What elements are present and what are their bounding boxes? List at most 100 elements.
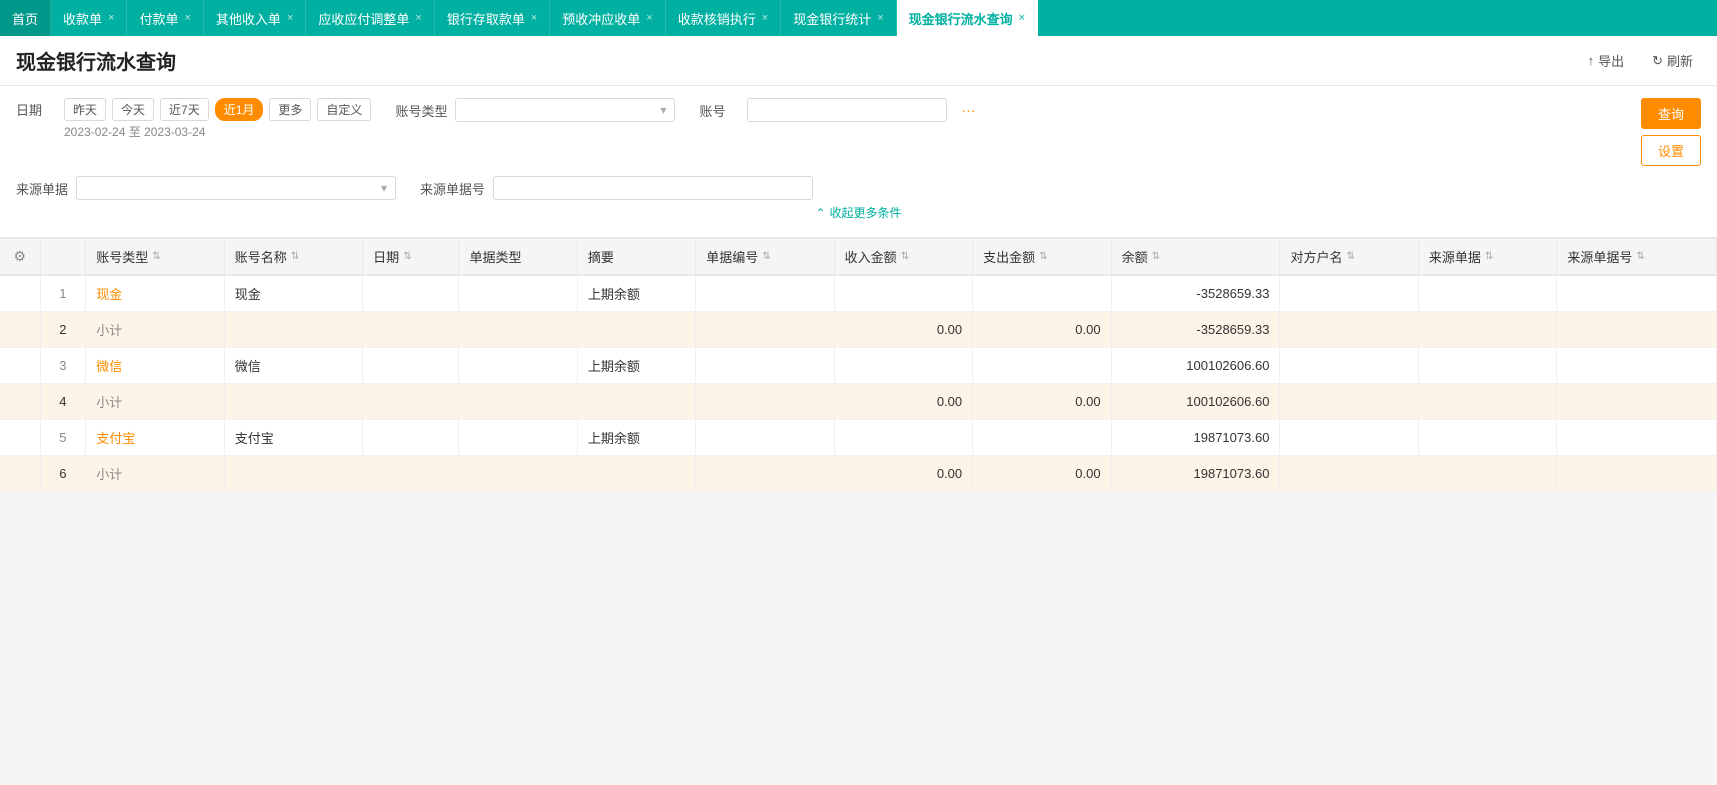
row-date: [363, 275, 459, 312]
account-filter: 账号 ···: [699, 98, 981, 122]
source-doc-num-input[interactable]: [493, 176, 813, 200]
row-account_name: 微信: [224, 348, 362, 384]
nav-tab-应收应付调整单[interactable]: 应收应付调整单×: [306, 0, 434, 36]
close-tab-icon[interactable]: ×: [1019, 12, 1025, 24]
row-summary: [577, 312, 695, 348]
close-tab-icon[interactable]: ×: [415, 12, 421, 24]
row-doc_type: [459, 312, 577, 348]
row-date: [363, 384, 459, 420]
th-counterpart[interactable]: 对方户名⇅: [1280, 239, 1418, 276]
row-account_type: 支付宝: [86, 420, 224, 456]
th-label-doc_type: 单据类型: [469, 247, 521, 266]
th-label-source_doc_num: 来源单据号: [1567, 247, 1632, 266]
th-doc_number[interactable]: 单据编号⇅: [696, 239, 834, 276]
account-more-button[interactable]: ···: [955, 100, 981, 120]
date-btn-昨天[interactable]: 昨天: [64, 98, 106, 121]
nav-home[interactable]: 首页: [0, 0, 51, 36]
close-tab-icon[interactable]: ×: [531, 12, 537, 24]
th-index: [40, 239, 86, 276]
row-gear-cell: [0, 348, 40, 384]
th-source_doc[interactable]: 来源单据⇅: [1418, 239, 1556, 276]
close-tab-icon[interactable]: ×: [646, 12, 652, 24]
nav-tab-label: 预收冲应收单: [562, 9, 640, 28]
row-account_type: 小计: [86, 312, 224, 348]
collapse-label: 收起更多条件: [830, 204, 902, 221]
close-tab-icon[interactable]: ×: [287, 12, 293, 24]
row-income: 0.00: [834, 456, 972, 492]
row-account_name: 现金: [224, 275, 362, 312]
export-button[interactable]: ↑ 导出: [1580, 47, 1633, 74]
close-tab-icon[interactable]: ×: [762, 12, 768, 24]
collapse-bar[interactable]: ⌃ 收起更多条件: [16, 200, 1701, 225]
th-balance[interactable]: 余额⇅: [1111, 239, 1280, 276]
row-source_doc_num: [1557, 384, 1717, 420]
sort-icon: ⇅: [1039, 251, 1047, 262]
row-summary: [577, 456, 695, 492]
row-balance: -3528659.33: [1111, 312, 1280, 348]
nav-tab-收款单[interactable]: 收款单×: [51, 0, 127, 36]
row-date: [363, 456, 459, 492]
sort-icon: ⇅: [291, 251, 299, 262]
source-doc-num-label: 来源单据号: [420, 179, 485, 198]
sort-icon: ⇅: [403, 251, 411, 262]
row-balance: 19871073.60: [1111, 420, 1280, 456]
nav-tab-现金银行统计[interactable]: 现金银行统计 ×: [781, 0, 896, 36]
source-doc-select[interactable]: ▾: [76, 176, 396, 200]
th-account_name[interactable]: 账号名称⇅: [224, 239, 362, 276]
nav-tab-其他收入单[interactable]: 其他收入单×: [204, 0, 306, 36]
nav-tab-label: 现金银行流水查询: [909, 9, 1013, 28]
account-type-filter: 账号类型 ▾: [395, 98, 675, 122]
nav-home-label: 首页: [12, 9, 38, 28]
nav-tab-label: 收款核销执行: [678, 9, 756, 28]
row-source_doc_num: [1557, 312, 1717, 348]
date-btn-更多[interactable]: 更多: [269, 98, 311, 121]
gear-settings-icon[interactable]: ⚙: [13, 248, 26, 264]
settings-button[interactable]: 设置: [1641, 135, 1701, 166]
nav-tab-付款单[interactable]: 付款单×: [127, 0, 203, 36]
row-balance: 100102606.60: [1111, 384, 1280, 420]
row-source_doc_num: [1557, 456, 1717, 492]
row-doc_number: [696, 456, 834, 492]
close-tab-icon[interactable]: ×: [108, 12, 114, 24]
row-expense: 0.00: [973, 384, 1111, 420]
source-doc-num-filter: 来源单据号: [420, 176, 813, 200]
row-source_doc: [1418, 312, 1556, 348]
nav-tab-银行存取款单[interactable]: 银行存取款单×: [435, 0, 550, 36]
close-tab-icon[interactable]: ×: [184, 12, 190, 24]
row-account_name: 支付宝: [224, 420, 362, 456]
date-btn-自定义[interactable]: 自定义: [317, 98, 371, 121]
nav-tab-预收冲应收单[interactable]: 预收冲应收单 ×: [550, 0, 665, 36]
th-date[interactable]: 日期⇅: [363, 239, 459, 276]
row-summary: 上期余额: [577, 348, 695, 384]
row-account_name: [224, 312, 362, 348]
query-button[interactable]: 查询: [1641, 98, 1701, 129]
date-btn-近1月[interactable]: 近1月: [215, 98, 264, 121]
account-type-select[interactable]: ▾: [455, 98, 675, 122]
account-input[interactable]: [747, 98, 947, 122]
date-btn-今天[interactable]: 今天: [112, 98, 154, 121]
nav-tab-现金银行流水查询[interactable]: 现金银行流水查询 ×: [897, 0, 1038, 36]
row-doc_number: [696, 420, 834, 456]
row-index: 4: [40, 384, 86, 420]
source-doc-filter: 来源单据 ▾: [16, 176, 396, 200]
th-account_type[interactable]: 账号类型⇅: [86, 239, 224, 276]
row-doc_type: [459, 384, 577, 420]
sort-icon: ⇅: [1346, 251, 1354, 262]
th-label-summary: 摘要: [588, 247, 614, 266]
sort-icon: ⇅: [1485, 251, 1493, 262]
row-source_doc_num: [1557, 275, 1717, 312]
row-account_type: 现金: [86, 275, 224, 312]
date-label: 日期: [16, 100, 56, 119]
close-tab-icon[interactable]: ×: [877, 12, 883, 24]
nav-tab-收款核销执行[interactable]: 收款核销执行 ×: [666, 0, 781, 36]
th-expense[interactable]: 支出金额⇅: [973, 239, 1111, 276]
th-income[interactable]: 收入金额⇅: [834, 239, 972, 276]
th-source_doc_num[interactable]: 来源单据号⇅: [1557, 239, 1717, 276]
refresh-button[interactable]: ↻ 刷新: [1644, 47, 1701, 74]
row-gear-cell: [0, 420, 40, 456]
row-income: [834, 275, 972, 312]
date-btn-近7天[interactable]: 近7天: [160, 98, 209, 121]
row-doc_number: [696, 384, 834, 420]
nav-tab-label: 现金银行统计: [793, 9, 871, 28]
page-header: 现金银行流水查询 ↑ 导出 ↻ 刷新: [0, 36, 1717, 86]
